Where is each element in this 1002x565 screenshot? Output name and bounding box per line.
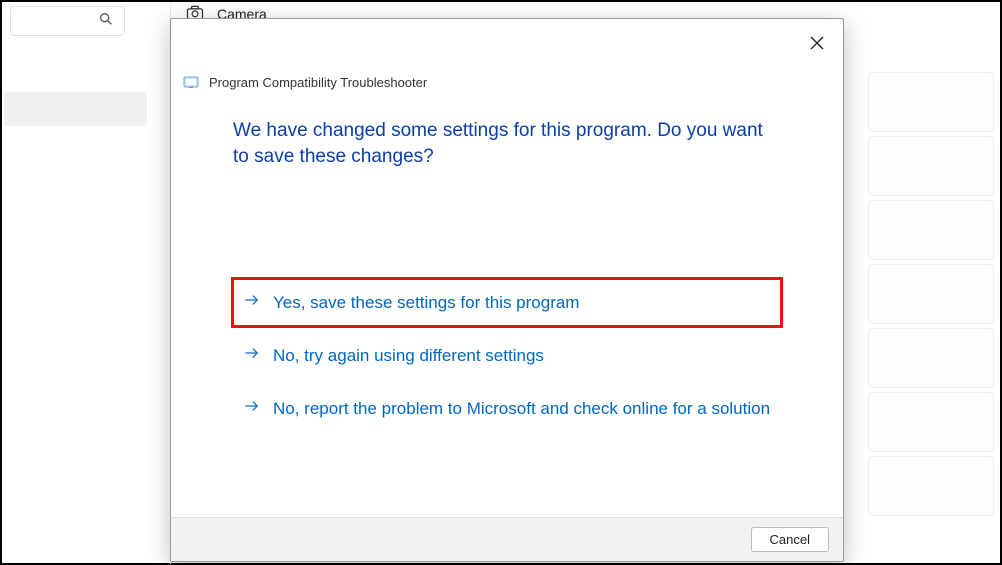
search-box[interactable] <box>10 6 125 36</box>
arrow-right-icon <box>243 344 261 367</box>
list-item[interactable] <box>868 456 994 516</box>
list-item[interactable] <box>868 200 994 260</box>
sidebar-selected-item[interactable] <box>4 92 147 126</box>
arrow-right-icon <box>243 397 261 420</box>
dialog-title: Program Compatibility Troubleshooter <box>209 75 427 90</box>
option-try-again[interactable]: No, try again using different settings <box>233 332 781 379</box>
option-label: Yes, save these settings for this progra… <box>273 293 579 313</box>
list-item[interactable] <box>868 392 994 452</box>
list-item[interactable] <box>868 264 994 324</box>
dialog-footer: Cancel <box>171 517 843 561</box>
compatibility-troubleshooter-dialog: Program Compatibility Troubleshooter We … <box>170 18 844 562</box>
option-report-problem[interactable]: No, report the problem to Microsoft and … <box>233 385 781 432</box>
search-icon <box>98 11 114 32</box>
list-item[interactable] <box>868 136 994 196</box>
dialog-body: We have changed some settings for this p… <box>171 90 843 517</box>
dialog-heading: We have changed some settings for this p… <box>233 118 781 169</box>
option-label: No, try again using different settings <box>273 346 544 366</box>
arrow-right-icon <box>243 291 261 314</box>
close-icon <box>810 36 824 55</box>
option-label: No, report the problem to Microsoft and … <box>273 399 770 419</box>
close-button[interactable] <box>805 33 829 57</box>
cancel-button[interactable]: Cancel <box>751 527 829 552</box>
troubleshooter-icon <box>183 74 199 90</box>
option-yes-save[interactable]: Yes, save these settings for this progra… <box>233 279 781 326</box>
list-item[interactable] <box>868 328 994 388</box>
bg-list <box>868 72 994 516</box>
list-item[interactable] <box>868 72 994 132</box>
dialog-header: Program Compatibility Troubleshooter <box>171 19 843 90</box>
